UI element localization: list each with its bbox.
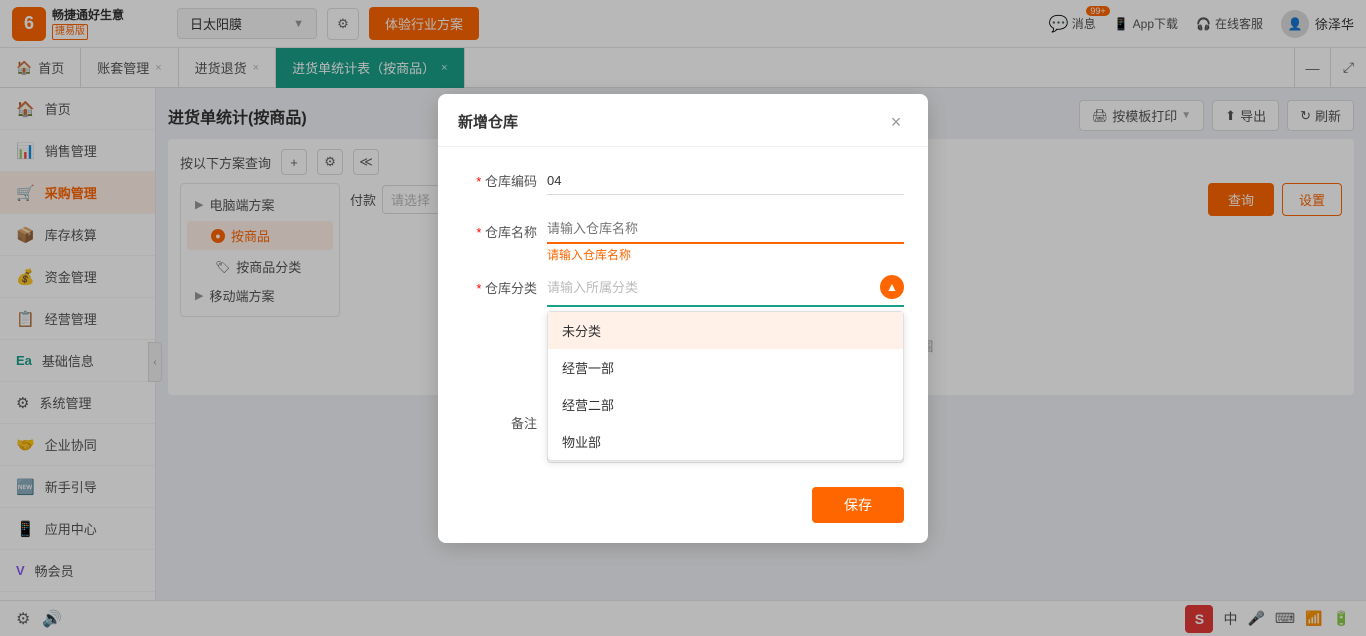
close-icon: × <box>891 113 902 131</box>
category-label: * 仓库分类 <box>462 278 547 297</box>
code-label: * 仓库编码 <box>462 171 547 190</box>
dropdown-item-ops1[interactable]: 经营一部 <box>548 349 903 386</box>
modal: 新增仓库 × * 仓库编码 04 * 仓库名称 <box>438 94 928 543</box>
modal-close-btn[interactable]: × <box>884 110 908 134</box>
modal-footer: 保存 <box>438 479 928 543</box>
modal-title: 新增仓库 <box>458 111 518 132</box>
modal-body: * 仓库编码 04 * 仓库名称 请输入仓库名称 * 仓库分类 <box>438 147 928 463</box>
modal-header: 新增仓库 × <box>438 94 928 147</box>
category-dropdown: 未分类 经营一部 经营二部 物业部 <box>547 311 904 461</box>
dropdown-item-property[interactable]: 物业部 <box>548 423 903 460</box>
name-error-msg: 请输入仓库名称 <box>547 246 904 263</box>
dropdown-item-ops2[interactable]: 经营二部 <box>548 386 903 423</box>
modal-overlay: 新增仓库 × * 仓库编码 04 * 仓库名称 <box>0 0 1366 636</box>
form-row-name: * 仓库名称 请输入仓库名称 <box>462 215 904 263</box>
name-input[interactable] <box>547 215 904 244</box>
dropdown-item-uncategorized[interactable]: 未分类 <box>548 312 903 349</box>
note-label: 备注 <box>462 407 547 432</box>
form-row-category: * 仓库分类 请输入所属分类 ▲ 未分类 经营一部 经营二部 物业部 <box>462 269 904 307</box>
category-select-row[interactable]: 请输入所属分类 ▲ <box>547 269 904 307</box>
category-arrow-btn[interactable]: ▲ <box>880 275 904 299</box>
name-label: * 仓库名称 <box>462 215 547 241</box>
form-row-code: * 仓库编码 04 <box>462 167 904 195</box>
code-value: 04 <box>547 173 561 188</box>
category-placeholder: 请输入所属分类 <box>547 277 638 296</box>
save-button[interactable]: 保存 <box>812 487 904 523</box>
